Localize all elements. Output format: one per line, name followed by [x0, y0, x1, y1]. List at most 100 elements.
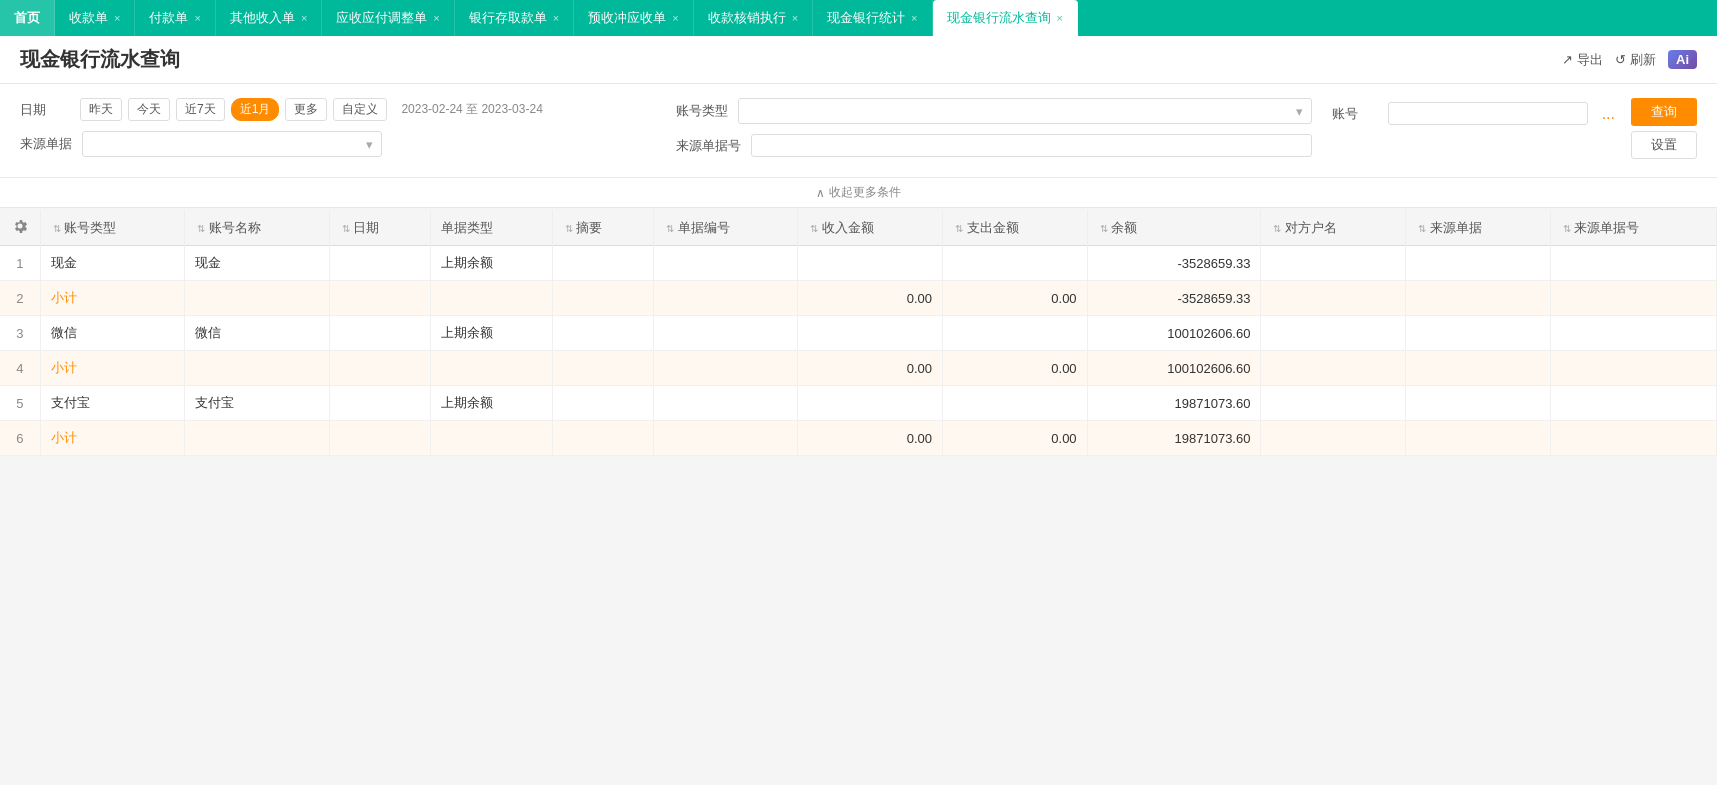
cell-account-name: [185, 281, 330, 316]
tab-close-icon[interactable]: ×: [194, 12, 200, 24]
tab-close-icon[interactable]: ×: [672, 12, 678, 24]
cell-source-doc-no: [1550, 281, 1716, 316]
cell-summary: [552, 386, 653, 421]
account-input[interactable]: [1388, 102, 1588, 125]
source-doc-select[interactable]: ▾: [82, 131, 382, 157]
tab-label: 银行存取款单: [469, 9, 547, 27]
date-option-昨天[interactable]: 昨天: [80, 98, 122, 121]
refresh-icon: ↺: [1615, 52, 1626, 67]
date-option-近7天[interactable]: 近7天: [176, 98, 225, 121]
col-account-type: ⇅ 账号类型: [40, 210, 185, 246]
cell-doc-no: [653, 246, 798, 281]
tab-label: 其他收入单: [230, 9, 295, 27]
cell-source-doc-no: [1550, 386, 1716, 421]
col-source-doc: ⇅ 来源单据: [1406, 210, 1551, 246]
settings-button[interactable]: 设置: [1631, 131, 1697, 159]
filter-row-source-no: 来源单据号: [676, 134, 1312, 157]
tab-label: 收款单: [69, 9, 108, 27]
cell-expense: [943, 316, 1088, 351]
table-row: 6小计0.000.0019871073.60: [0, 421, 1717, 456]
source-doc-no-input[interactable]: [751, 134, 1312, 157]
cell-counterparty: [1261, 316, 1406, 351]
cell-expense: [943, 246, 1088, 281]
tab-close-icon[interactable]: ×: [792, 12, 798, 24]
cell-summary: [552, 281, 653, 316]
cell-account-type: 小计: [40, 351, 185, 386]
export-button[interactable]: ↗ 导出: [1562, 51, 1603, 69]
nav-tab-现金银行流水查询[interactable]: 现金银行流水查询×: [933, 0, 1078, 36]
nav-tab-预收冲应收单[interactable]: 预收冲应收单 ×: [574, 0, 693, 36]
tab-close-icon[interactable]: ×: [911, 12, 917, 24]
tab-close-icon[interactable]: ×: [433, 12, 439, 24]
row-index: 5: [0, 386, 40, 421]
account-type-label: 账号类型: [676, 102, 728, 120]
cell-source-doc: [1406, 351, 1551, 386]
date-option-近1月[interactable]: 近1月: [231, 98, 280, 121]
tab-close-icon[interactable]: ×: [553, 12, 559, 24]
tab-close-icon[interactable]: ×: [114, 12, 120, 24]
nav-tab-现金银行统计[interactable]: 现金银行统计×: [813, 0, 932, 36]
tab-close-icon[interactable]: ×: [301, 12, 307, 24]
cell-source-doc-no: [1550, 246, 1716, 281]
cell-account-name: 支付宝: [185, 386, 330, 421]
sort-icon: ⇅: [1418, 223, 1426, 234]
table-header-row: ⇅ 账号类型 ⇅ 账号名称 ⇅ 日期 单据类型 ⇅ 摘要 ⇅ 单据编号 ⇅ 收入…: [0, 210, 1717, 246]
collapse-more-bar[interactable]: ∧ 收起更多条件: [0, 178, 1717, 208]
cell-source-doc: [1406, 246, 1551, 281]
date-option-更多[interactable]: 更多: [285, 98, 327, 121]
collapse-label: 收起更多条件: [829, 184, 901, 201]
cell-doc-type: [430, 351, 552, 386]
account-type-select[interactable]: ▾: [738, 98, 1312, 124]
sort-icon: ⇅: [342, 223, 350, 234]
ai-button[interactable]: Ai: [1668, 50, 1697, 69]
nav-tab-收款单[interactable]: 收款单 ×: [55, 0, 135, 36]
nav-home[interactable]: 首页: [0, 0, 55, 36]
chevron-up-icon: ∧: [816, 186, 825, 200]
sort-icon: ⇅: [1100, 223, 1108, 234]
cell-date: [329, 421, 430, 456]
cell-income: [798, 246, 943, 281]
cell-doc-type: 上期余额: [430, 316, 552, 351]
cell-date: [329, 281, 430, 316]
cell-counterparty: [1261, 246, 1406, 281]
cell-summary: [552, 351, 653, 386]
nav-home-label: 首页: [14, 9, 40, 27]
sort-icon: ⇅: [666, 223, 674, 234]
source-doc-arrow-icon: ▾: [366, 137, 373, 152]
col-doc-no: ⇅ 单据编号: [653, 210, 798, 246]
cell-expense: [943, 386, 1088, 421]
data-table: ⇅ 账号类型 ⇅ 账号名称 ⇅ 日期 单据类型 ⇅ 摘要 ⇅ 单据编号 ⇅ 收入…: [0, 210, 1717, 456]
cell-income: 0.00: [798, 351, 943, 386]
col-counterparty: ⇅ 对方户名: [1261, 210, 1406, 246]
query-button[interactable]: 查询: [1631, 98, 1697, 126]
row-index: 6: [0, 421, 40, 456]
sort-icon: ⇅: [197, 223, 205, 234]
table-settings-icon[interactable]: [10, 218, 30, 237]
table-row: 3微信微信上期余额100102606.60: [0, 316, 1717, 351]
nav-tab-银行存取款单[interactable]: 银行存取款单 ×: [455, 0, 574, 36]
cell-summary: [552, 246, 653, 281]
tab-label: 预收冲应收单: [588, 9, 666, 27]
refresh-button[interactable]: ↺ 刷新: [1615, 51, 1656, 69]
cell-date: [329, 246, 430, 281]
cell-counterparty: [1261, 281, 1406, 316]
cell-account-name: [185, 351, 330, 386]
nav-tab-付款单[interactable]: 付款单 ×: [135, 0, 215, 36]
date-option-自定义[interactable]: 自定义: [333, 98, 387, 121]
tab-close-icon[interactable]: ×: [1057, 12, 1063, 24]
date-option-今天[interactable]: 今天: [128, 98, 170, 121]
nav-tab-收款核销执行[interactable]: 收款核销执行×: [694, 0, 813, 36]
cell-counterparty: [1261, 421, 1406, 456]
export-label: 导出: [1577, 51, 1603, 69]
cell-doc-no: [653, 316, 798, 351]
table-row: 4小计0.000.00100102606.60: [0, 351, 1717, 386]
sort-icon: ⇅: [1563, 223, 1571, 234]
tab-label: 付款单: [149, 9, 188, 27]
filter-area: 日期 昨天今天近7天近1月更多自定义 2023-02-24 至 2023-03-…: [0, 84, 1717, 178]
page-title: 现金银行流水查询: [20, 46, 180, 73]
nav-tab-其他收入单[interactable]: 其他收入单 ×: [216, 0, 322, 36]
account-more-button[interactable]: ...: [1594, 105, 1623, 123]
cell-date: [329, 351, 430, 386]
nav-tab-应收应付调整单[interactable]: 应收应付调整单×: [322, 0, 454, 36]
table-row: 5支付宝支付宝上期余额19871073.60: [0, 386, 1717, 421]
